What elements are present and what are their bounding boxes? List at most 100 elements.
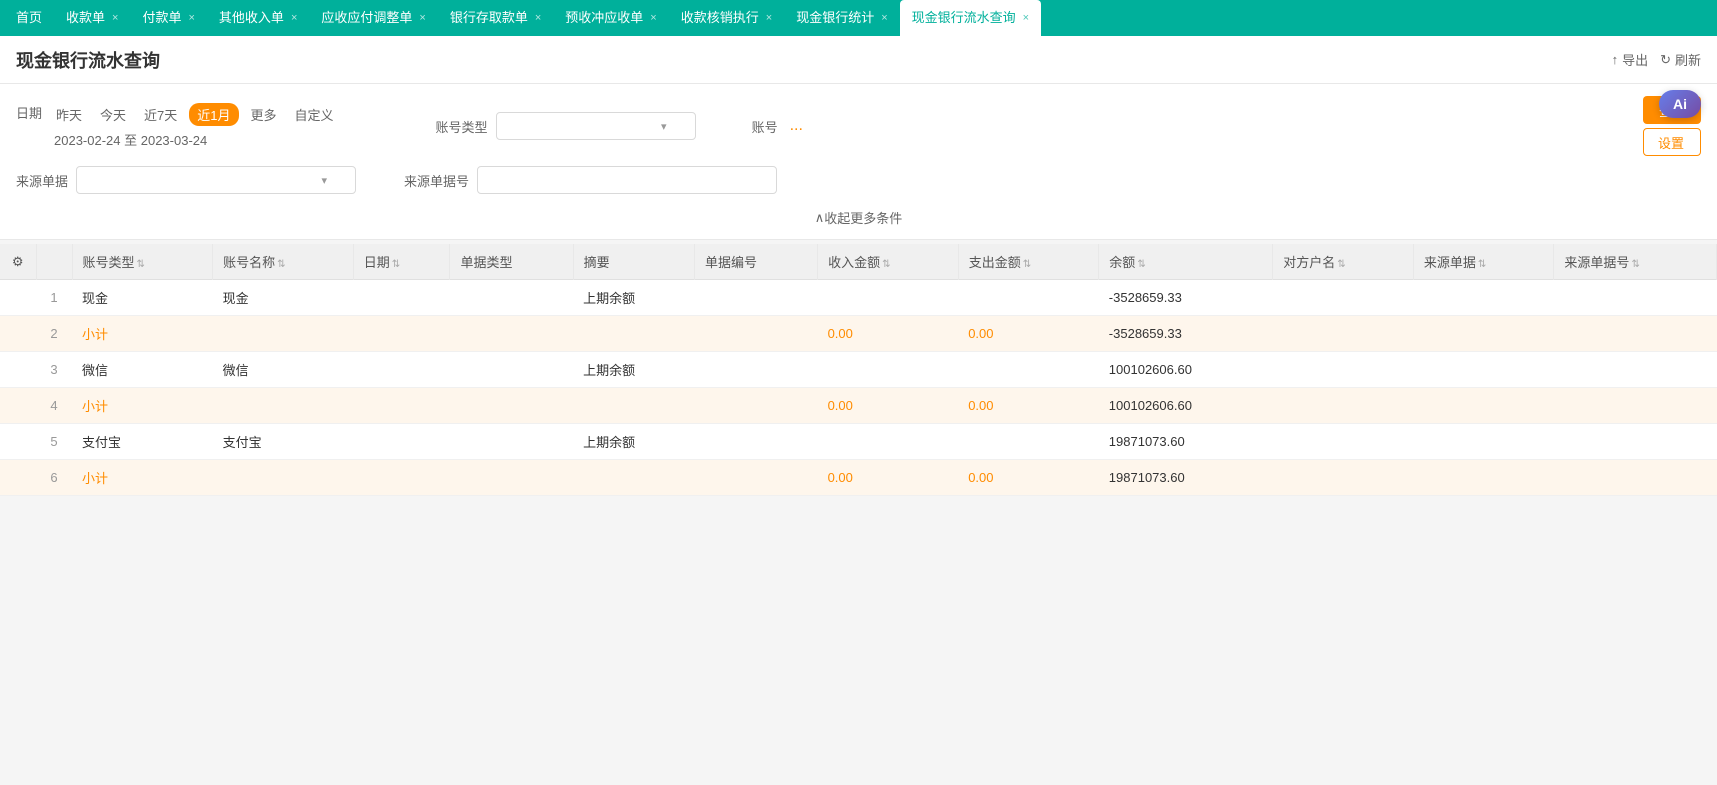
date-btn-custom[interactable]: 自定义 [289,103,340,126]
date-btn-7days[interactable]: 近7天 [138,103,183,126]
date-btn-yesterday[interactable]: 昨天 [50,103,88,126]
td-income [818,424,959,460]
td-doc-type [450,316,573,352]
account-type-group: 账号类型 ▾ [436,112,696,140]
close-icon[interactable]: × [188,0,194,36]
td-summary [573,460,694,496]
chevron-down-icon: ▾ [661,120,667,133]
th-source-doc-num[interactable]: 来源单据号⇅ [1554,244,1717,280]
date-btn-1month[interactable]: 近1月 [189,103,238,126]
close-icon[interactable]: × [112,0,118,36]
td-account-type: 小计 [72,388,213,424]
export-button[interactable]: ↑ 导出 [1612,50,1649,69]
nav-item-home[interactable]: 首页 [4,0,54,36]
td-income: 0.00 [818,460,959,496]
source-doc-num-input[interactable] [477,166,777,194]
td-source-doc [1413,352,1554,388]
nav-item-other-income[interactable]: 其他收入单 × [207,0,309,36]
td-expense [958,424,1099,460]
td-doc-num [694,352,817,388]
td-expense: 0.00 [958,460,1099,496]
td-balance: 19871073.60 [1099,460,1273,496]
td-counterpart [1273,280,1414,316]
page-title: 现金银行流水查询 [16,47,160,73]
account-type-select[interactable]: ▾ [496,112,696,140]
date-label: 日期 [16,103,42,122]
th-income[interactable]: 收入金额⇅ [818,244,959,280]
table-row: 2小计0.000.00-3528659.33 [0,316,1717,352]
nav-item-bank-withdraw[interactable]: 银行存取款单 × [438,0,553,36]
th-summary[interactable]: 摘要 [573,244,694,280]
collapse-bar[interactable]: ∧ 收起更多条件 [16,204,1701,227]
nav-item-verify[interactable]: 收款核销执行 × [669,0,784,36]
td-summary: 上期余额 [573,424,694,460]
td-source-doc [1413,388,1554,424]
close-icon[interactable]: × [1023,0,1029,36]
td-account-type: 微信 [72,352,213,388]
td-source-doc-num [1554,280,1717,316]
td-checkbox [0,460,36,496]
refresh-button[interactable]: ↻ 刷新 [1660,50,1701,69]
source-doc-select[interactable]: ▾ [76,166,356,194]
table-row: 3微信微信上期余额100102606.60 [0,352,1717,388]
settings-button[interactable]: 设置 [1643,128,1701,156]
td-date [353,280,450,316]
table-row: 1现金现金上期余额-3528659.33 [0,280,1717,316]
th-account-type[interactable]: 账号类型⇅ [72,244,213,280]
th-doc-type[interactable]: 单据类型 [450,244,573,280]
th-date[interactable]: 日期⇅ [353,244,450,280]
close-icon[interactable]: × [419,0,425,36]
close-icon[interactable]: × [650,0,656,36]
filter-row-1: 日期 昨天 今天 近7天 近1月 更多 自定义 2023-02-24 至 202… [16,96,1701,156]
td-doc-num [694,280,817,316]
th-doc-num[interactable]: 单据编号 [694,244,817,280]
td-rownum: 2 [36,316,72,352]
td-doc-type [450,388,573,424]
td-balance: 100102606.60 [1099,388,1273,424]
close-icon[interactable]: × [535,0,541,36]
header-actions: ↑ 导出 ↻ 刷新 [1612,50,1701,69]
source-doc-label: 来源单据 [16,171,68,190]
th-counterpart[interactable]: 对方户名⇅ [1273,244,1414,280]
nav-item-stats[interactable]: 现金银行统计 × [784,0,899,36]
table-row: 6小计0.000.0019871073.60 [0,460,1717,496]
th-balance[interactable]: 余额⇅ [1099,244,1273,280]
td-source-doc-num [1554,316,1717,352]
nav-item-flow-query[interactable]: 现金银行流水查询 × [900,0,1041,36]
td-rownum: 5 [36,424,72,460]
td-doc-num [694,388,817,424]
th-expense[interactable]: 支出金额⇅ [958,244,1099,280]
close-icon[interactable]: × [881,0,887,36]
ai-badge[interactable]: Ai [1659,90,1701,118]
date-controls: 昨天 今天 近7天 近1月 更多 自定义 2023-02-24 至 2023-0… [50,103,340,149]
td-doc-type [450,424,573,460]
date-btn-today[interactable]: 今天 [94,103,132,126]
nav-item-adjust[interactable]: 应收应付调整单 × [309,0,437,36]
td-doc-type [450,460,573,496]
td-account-type: 现金 [72,280,213,316]
account-dots-button[interactable]: ... [786,117,807,135]
page-header: 现金银行流水查询 ↑ 导出 ↻ 刷新 [0,36,1717,84]
source-doc-num-label: 来源单据号 [404,171,469,190]
date-btn-more[interactable]: 更多 [245,103,283,126]
th-account-name[interactable]: 账号名称⇅ [213,244,354,280]
nav-item-prepay[interactable]: 预收冲应收单 × [553,0,668,36]
close-icon[interactable]: × [766,0,772,36]
refresh-icon: ↻ [1660,52,1671,68]
td-source-doc [1413,460,1554,496]
td-counterpart [1273,352,1414,388]
td-date [353,388,450,424]
close-icon[interactable]: × [291,0,297,36]
td-expense [958,352,1099,388]
export-icon: ↑ [1612,52,1619,67]
td-counterpart [1273,316,1414,352]
td-doc-type [450,352,573,388]
table-row: 5支付宝支付宝上期余额19871073.60 [0,424,1717,460]
th-gear[interactable]: ⚙ [0,244,36,280]
date-filter-group: 日期 昨天 今天 近7天 近1月 更多 自定义 2023-02-24 至 202… [16,103,340,149]
td-date [353,352,450,388]
table-body: 1现金现金上期余额-3528659.332小计0.000.00-3528659.… [0,280,1717,496]
nav-item-receipt[interactable]: 收款单 × [54,0,130,36]
nav-item-payment[interactable]: 付款单 × [130,0,206,36]
th-source-doc[interactable]: 来源单据⇅ [1413,244,1554,280]
